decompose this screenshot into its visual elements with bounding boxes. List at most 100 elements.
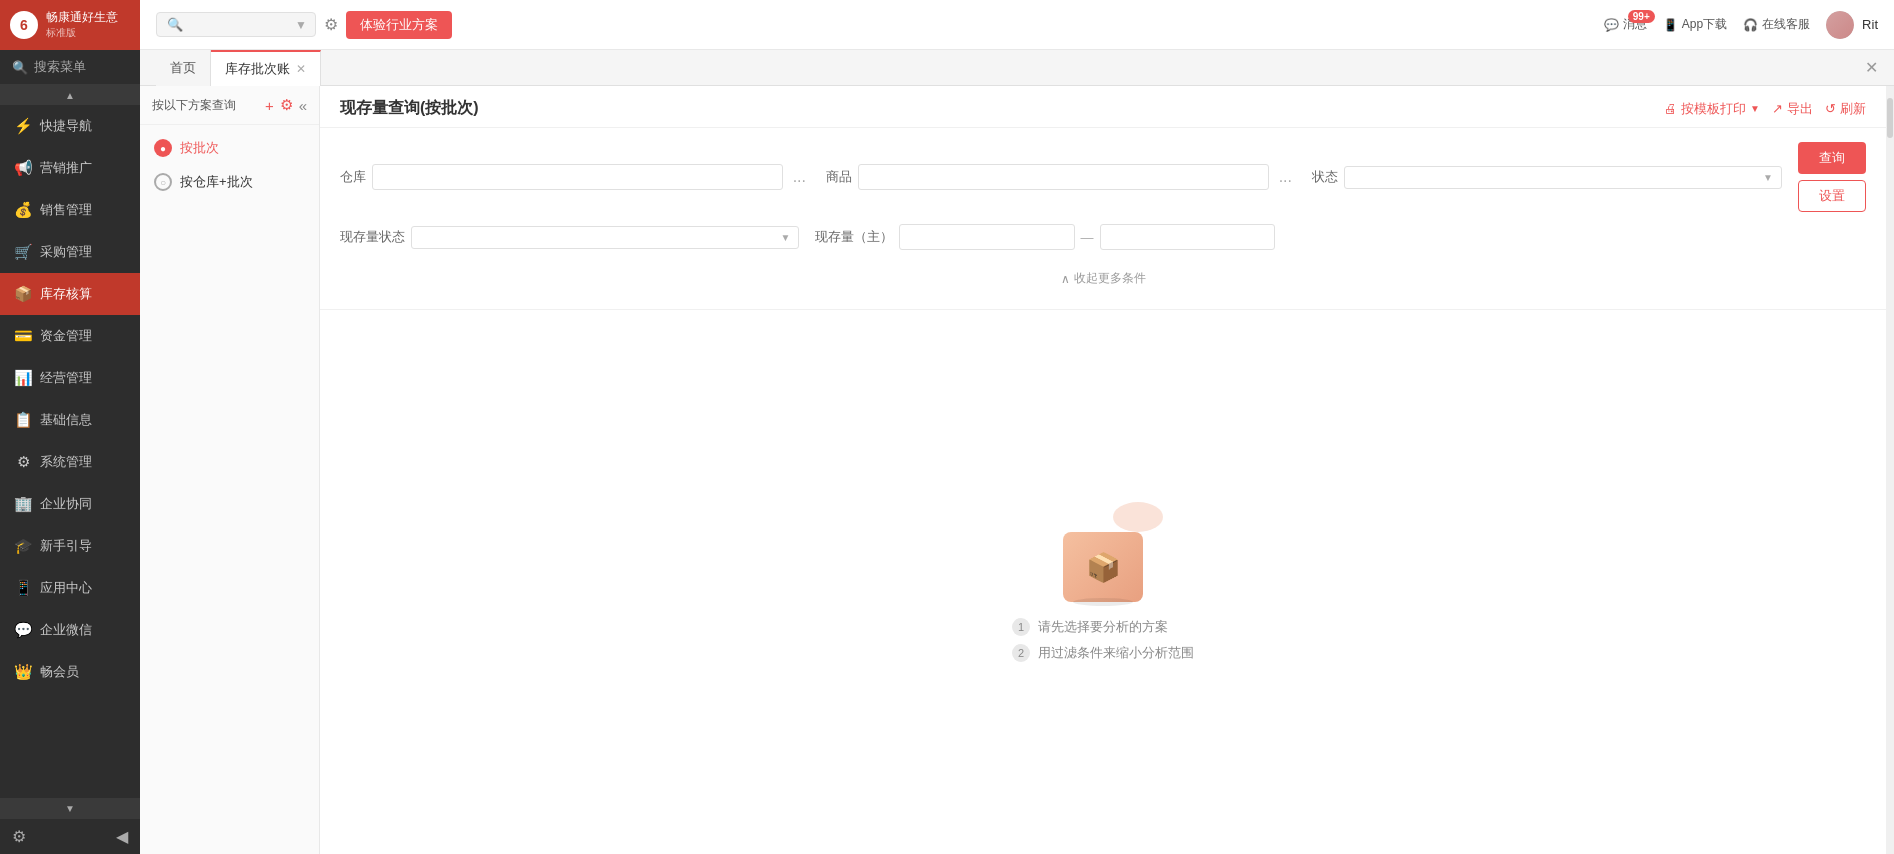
footer-collapse-icon[interactable]: ◀ xyxy=(116,827,128,846)
app-download-button[interactable]: 📱 App下载 xyxy=(1663,16,1727,33)
sidebar-item-wechat[interactable]: 💬 企业微信 xyxy=(0,609,140,651)
product-more-icon[interactable]: ... xyxy=(1275,168,1296,186)
filter-stock-status: 现存量状态 ▼ xyxy=(340,226,799,249)
left-panel-title: 按以下方案查询 xyxy=(152,97,236,114)
stock-quantity-min-input[interactable] xyxy=(899,224,1074,250)
main-content: 🔍 ▼ ⚙ 体验行业方案 💬 消息 99+ 📱 App下载 🎧 在线客服 xyxy=(140,0,1894,854)
lp-item-warehouse-batch[interactable]: ○ 按仓库+批次 xyxy=(140,165,319,199)
empty-tips: 1 请先选择要分析的方案 2 用过滤条件来缩小分析范围 xyxy=(1012,618,1194,662)
sidebar-item-inventory[interactable]: 📦 库存核算 xyxy=(0,273,140,315)
lp-settings-icon[interactable]: ⚙ xyxy=(280,96,293,114)
quick-nav-icon: ⚡ xyxy=(14,117,32,135)
footer-settings-icon[interactable]: ⚙ xyxy=(12,827,26,846)
warehouse-more-icon[interactable]: ... xyxy=(789,168,810,186)
empty-illustration: 📦 xyxy=(1043,502,1163,602)
left-panel: 按以下方案查询 + ⚙ « ● 按批次 ○ 按仓库+批次 xyxy=(140,86,320,854)
user-avatar[interactable]: Rit xyxy=(1826,11,1878,39)
warehouse-input[interactable] xyxy=(372,164,783,190)
app-logo: 6 xyxy=(10,11,38,39)
lp-item-wb-icon: ○ xyxy=(154,173,172,191)
panel-close-button[interactable]: ✕ xyxy=(1865,58,1878,77)
collapse-more-button[interactable]: ∧ 收起更多条件 xyxy=(340,262,1866,295)
filter-stock-quantity: 现存量（主） — xyxy=(815,224,1274,250)
product-input[interactable] xyxy=(858,164,1269,190)
online-service-button[interactable]: 🎧 在线客服 xyxy=(1743,16,1810,33)
filter-status: 状态 ▼ xyxy=(1312,166,1782,189)
left-panel-header: 按以下方案查询 + ⚙ « xyxy=(140,86,319,125)
avatar xyxy=(1826,11,1854,39)
operation-icon: 📊 xyxy=(14,369,32,387)
tab-close-icon[interactable]: ✕ xyxy=(296,62,306,76)
settings-button[interactable]: 设置 xyxy=(1798,180,1866,212)
messages-button[interactable]: 💬 消息 99+ xyxy=(1604,16,1647,33)
tab-home[interactable]: 首页 xyxy=(156,50,211,86)
sidebar-item-vip[interactable]: 👑 畅会员 xyxy=(0,651,140,693)
purchase-icon: 🛒 xyxy=(14,243,32,261)
message-badge: 99+ xyxy=(1628,10,1655,23)
scrollbar-right[interactable] xyxy=(1886,86,1894,854)
export-icon: ↗ xyxy=(1772,101,1783,116)
stock-quantity-max-input[interactable] xyxy=(1100,224,1275,250)
sidebar: 6 畅康通好生意 标准版 🔍 搜索菜单 ▲ ⚡ 快捷导航 📢 营销推广 💰 销售… xyxy=(0,0,140,854)
stock-status-arrow: ▼ xyxy=(780,232,790,243)
topbar: 🔍 ▼ ⚙ 体验行业方案 💬 消息 99+ 📱 App下载 🎧 在线客服 xyxy=(140,0,1894,50)
refresh-icon: ↺ xyxy=(1825,101,1836,116)
finance-icon: 💳 xyxy=(14,327,32,345)
query-button[interactable]: 查询 xyxy=(1798,142,1866,174)
page-title: 现存量查询(按批次) xyxy=(340,98,479,119)
basic-icon: 📋 xyxy=(14,411,32,429)
lp-collapse-icon[interactable]: « xyxy=(299,97,307,114)
sidebar-item-app-center[interactable]: 📱 应用中心 xyxy=(0,567,140,609)
stock-status-select[interactable]: ▼ xyxy=(411,226,799,249)
sidebar-item-quick-nav[interactable]: ⚡ 快捷导航 xyxy=(0,105,140,147)
trial-industry-button[interactable]: 体验行业方案 xyxy=(346,11,452,39)
empty-state: 📦 1 请先选择要分析的方案 2 用过滤条件来缩小分析范围 xyxy=(320,310,1886,854)
print-template-button[interactable]: 🖨 按模板打印 ▼ xyxy=(1664,100,1760,118)
enterprise-icon: 🏢 xyxy=(14,495,32,513)
app-download-icon: 📱 xyxy=(1663,18,1678,32)
sidebar-item-marketing[interactable]: 📢 营销推广 xyxy=(0,147,140,189)
topbar-search-input[interactable] xyxy=(189,18,289,32)
sidebar-item-finance[interactable]: 💳 资金管理 xyxy=(0,315,140,357)
print-icon: 🖨 xyxy=(1664,101,1677,116)
inventory-icon: 📦 xyxy=(14,285,32,303)
filter-row-1: 仓库 ... 商品 ... 状态 ▼ xyxy=(340,142,1866,212)
app-title: 畅康通好生意 xyxy=(46,10,118,26)
topbar-search-box[interactable]: 🔍 ▼ xyxy=(156,12,316,37)
filter-product: 商品 ... xyxy=(826,164,1296,190)
sidebar-header: 6 畅康通好生意 标准版 xyxy=(0,0,140,50)
sidebar-nav: ⚡ 快捷导航 📢 营销推广 💰 销售管理 🛒 采购管理 📦 库存核算 💳 资金管… xyxy=(0,105,140,798)
export-button[interactable]: ↗ 导出 xyxy=(1772,100,1813,118)
scroll-down-btn[interactable]: ▼ xyxy=(0,798,140,818)
service-icon: 🎧 xyxy=(1743,18,1758,32)
sidebar-item-system[interactable]: ⚙ 系统管理 xyxy=(0,441,140,483)
scrollbar-thumb[interactable] xyxy=(1887,98,1893,138)
sidebar-item-operation[interactable]: 📊 经营管理 xyxy=(0,357,140,399)
topbar-gear-icon[interactable]: ⚙ xyxy=(324,15,338,34)
lp-item-batch-icon: ● xyxy=(154,139,172,157)
sidebar-item-guide[interactable]: 🎓 新手引导 xyxy=(0,525,140,567)
scroll-up-btn[interactable]: ▲ xyxy=(0,85,140,105)
sidebar-item-enterprise[interactable]: 🏢 企业协同 xyxy=(0,483,140,525)
tab-inventory-batch[interactable]: 库存批次账 ✕ xyxy=(211,50,321,86)
lp-item-batch[interactable]: ● 按批次 xyxy=(140,131,319,165)
topbar-dropdown-icon[interactable]: ▼ xyxy=(295,18,307,32)
print-dropdown-icon[interactable]: ▼ xyxy=(1750,103,1760,114)
sidebar-footer: ⚙ ◀ xyxy=(0,818,140,854)
filter-area: 仓库 ... 商品 ... 状态 ▼ xyxy=(320,128,1886,310)
search-menu[interactable]: 🔍 搜索菜单 xyxy=(0,50,140,85)
refresh-button[interactable]: ↺ 刷新 xyxy=(1825,100,1866,118)
status-select[interactable]: ▼ xyxy=(1344,166,1782,189)
marketing-icon: 📢 xyxy=(14,159,32,177)
guide-icon: 🎓 xyxy=(14,537,32,555)
search-icon: 🔍 xyxy=(12,60,28,75)
wechat-icon: 💬 xyxy=(14,621,32,639)
sidebar-item-basic[interactable]: 📋 基础信息 xyxy=(0,399,140,441)
app-subtitle: 标准版 xyxy=(46,26,118,40)
lp-add-button[interactable]: + xyxy=(265,97,274,114)
sidebar-item-purchase[interactable]: 🛒 采购管理 xyxy=(0,231,140,273)
right-main: 现存量查询(按批次) 🖨 按模板打印 ▼ ↗ 导出 ↺ 刷新 xyxy=(320,86,1886,854)
vip-icon: 👑 xyxy=(14,663,32,681)
collapse-icon: ∧ xyxy=(1061,272,1070,286)
sidebar-item-sales[interactable]: 💰 销售管理 xyxy=(0,189,140,231)
